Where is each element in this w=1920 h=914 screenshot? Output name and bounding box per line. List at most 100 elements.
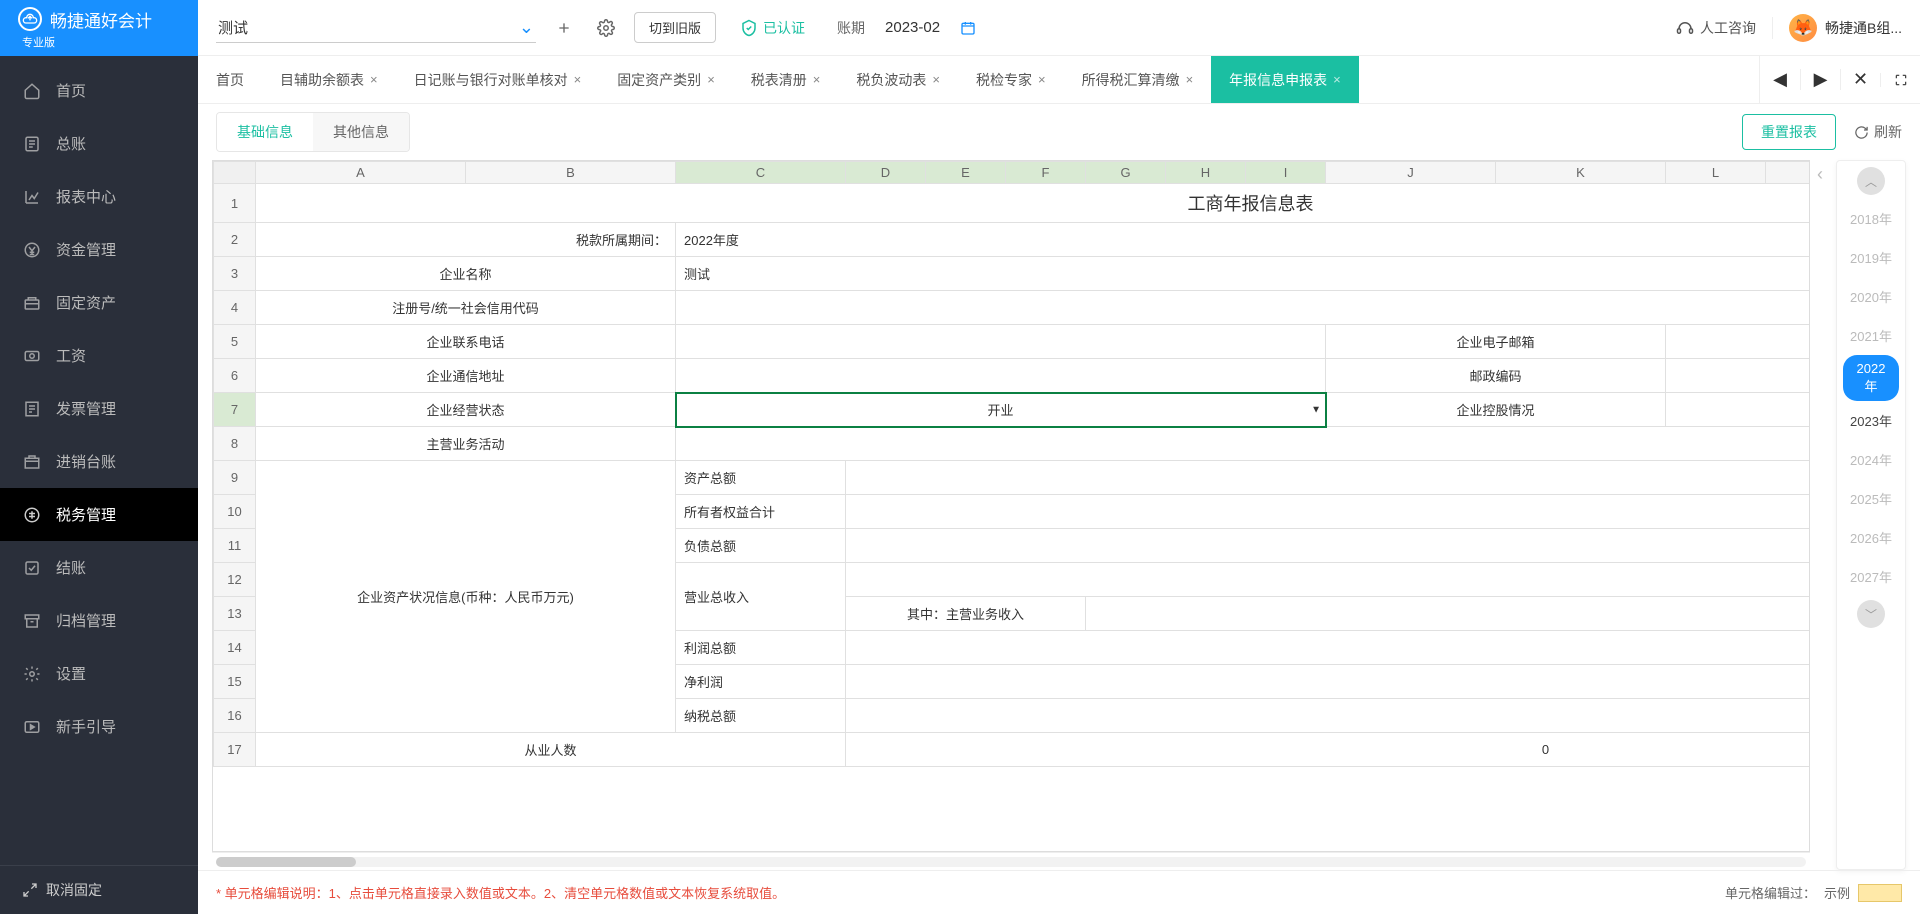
spreadsheet[interactable]: ABCDEFGHIJKLMNOPQ1工商年报信息表2税款所属期间：2022年度3… [212,160,1810,852]
row-header-4[interactable]: 4 [214,291,256,325]
cell[interactable] [846,699,1811,733]
cell[interactable]: 企业经营状态 [256,393,676,427]
year-2026年[interactable]: 2026年 [1837,518,1905,557]
cell[interactable] [846,529,1811,563]
col-header-A[interactable]: A [256,162,466,184]
year-2021年[interactable]: 2021年 [1837,316,1905,355]
row-header-1[interactable]: 1 [214,184,256,223]
col-header-M[interactable]: M [1766,162,1811,184]
row-header-11[interactable]: 11 [214,529,256,563]
year-down-button[interactable]: ﹀ [1857,600,1885,628]
cell[interactable] [1086,597,1811,631]
tab-日记账与银行对账单核对[interactable]: 日记账与银行对账单核对× [396,56,600,103]
col-header-I[interactable]: I [1246,162,1326,184]
tab-税检专家[interactable]: 税检专家× [958,56,1064,103]
sidebar-item-archive[interactable]: 归档管理 [0,594,198,647]
col-header-D[interactable]: D [846,162,926,184]
year-rail-collapse[interactable]: ‹ [1810,160,1830,870]
col-header-J[interactable]: J [1326,162,1496,184]
cell[interactable]: 营业总收入 [676,563,846,631]
settings-button[interactable] [592,14,620,42]
subtab-other[interactable]: 其他信息 [313,113,409,151]
company-select[interactable]: 测试 ⌄ [216,13,536,43]
cell[interactable]: 从业人数 [256,733,846,767]
sidebar-item-salary[interactable]: 工资 [0,329,198,382]
row-header-7[interactable]: 7 [214,393,256,427]
cell[interactable]: 税款所属期间： [256,223,676,257]
tab-年报信息申报表[interactable]: 年报信息申报表× [1211,56,1359,103]
year-2027年[interactable]: 2027年 [1837,557,1905,596]
year-2020年[interactable]: 2020年 [1837,277,1905,316]
cell[interactable]: 企业电子邮箱 [1326,325,1666,359]
tabs-close-button[interactable]: ✕ [1840,69,1880,90]
sidebar-item-close[interactable]: 结账 [0,541,198,594]
cell[interactable] [676,359,1326,393]
col-header-K[interactable]: K [1496,162,1666,184]
col-header-L[interactable]: L [1666,162,1766,184]
calendar-icon[interactable] [960,20,976,36]
cell[interactable]: 企业资产状况信息(币种：人民币万元) [256,461,676,733]
cell[interactable]: 企业控股情况 [1326,393,1666,427]
tabs-prev-button[interactable]: ◀ [1760,69,1800,90]
business-status-select[interactable]: 开业▼ [676,393,1326,427]
add-button[interactable] [550,14,578,42]
close-icon[interactable]: × [813,72,821,87]
refresh-button[interactable]: 刷新 [1854,122,1902,142]
row-header-8[interactable]: 8 [214,427,256,461]
cell[interactable] [1666,359,1811,393]
row-header-3[interactable]: 3 [214,257,256,291]
cell[interactable]: 资产总额 [676,461,846,495]
close-icon[interactable]: × [574,72,582,87]
cell[interactable] [676,291,1811,325]
year-2024年[interactable]: 2024年 [1837,440,1905,479]
horizontal-scrollbar[interactable] [212,852,1810,870]
cell[interactable]: 2022年度 [676,223,1811,257]
row-header-6[interactable]: 6 [214,359,256,393]
cell[interactable] [676,325,1326,359]
tab-目辅助余额表[interactable]: 目辅助余额表× [262,56,396,103]
sidebar-item-guide[interactable]: 新手引导 [0,700,198,753]
row-header-5[interactable]: 5 [214,325,256,359]
cell[interactable] [846,461,1811,495]
sheet-title[interactable]: 工商年报信息表 [256,184,1811,223]
reset-button[interactable]: 重置报表 [1742,114,1836,150]
year-2019年[interactable]: 2019年 [1837,238,1905,277]
year-2025年[interactable]: 2025年 [1837,479,1905,518]
cell[interactable]: 负债总额 [676,529,846,563]
sidebar-item-gear[interactable]: 设置 [0,647,198,700]
old-version-button[interactable]: 切到旧版 [634,12,716,43]
consult-button[interactable]: 人工咨询 [1676,18,1756,38]
close-icon[interactable]: × [370,72,378,87]
cell[interactable]: 净利润 [676,665,846,699]
cell[interactable]: 测试 [676,257,1811,291]
tab-固定资产类别[interactable]: 固定资产类别× [599,56,733,103]
subtab-basic[interactable]: 基础信息 [217,113,313,151]
col-header-H[interactable]: H [1166,162,1246,184]
cell[interactable]: 企业名称 [256,257,676,291]
tabs-next-button[interactable]: ▶ [1800,69,1840,90]
col-header-G[interactable]: G [1086,162,1166,184]
cell[interactable]: 企业联系电话 [256,325,676,359]
close-icon[interactable]: × [1333,72,1341,87]
close-icon[interactable]: × [707,72,715,87]
tab-home[interactable]: 首页 [198,56,262,103]
row-header-12[interactable]: 12 [214,563,256,597]
select-all-cell[interactable] [214,162,256,184]
row-header-10[interactable]: 10 [214,495,256,529]
tab-税表清册[interactable]: 税表清册× [733,56,839,103]
cell[interactable]: 注册号/统一社会信用代码 [256,291,676,325]
year-2018年[interactable]: 2018年 [1837,199,1905,238]
cell[interactable]: 其中：主营业务收入 [846,597,1086,631]
sidebar-item-asset[interactable]: 固定资产 [0,276,198,329]
row-header-17[interactable]: 17 [214,733,256,767]
close-icon[interactable]: × [932,72,940,87]
tab-税负波动表[interactable]: 税负波动表× [838,56,958,103]
user-menu[interactable]: 🦊 畅捷通B组... [1789,14,1902,42]
row-header-13[interactable]: 13 [214,597,256,631]
cell[interactable]: 所有者权益合计 [676,495,846,529]
cell[interactable] [676,427,1811,461]
cell[interactable]: 企业通信地址 [256,359,676,393]
col-header-F[interactable]: F [1006,162,1086,184]
cell[interactable]: 0 [846,733,1811,767]
cell[interactable]: 邮政编码 [1326,359,1666,393]
